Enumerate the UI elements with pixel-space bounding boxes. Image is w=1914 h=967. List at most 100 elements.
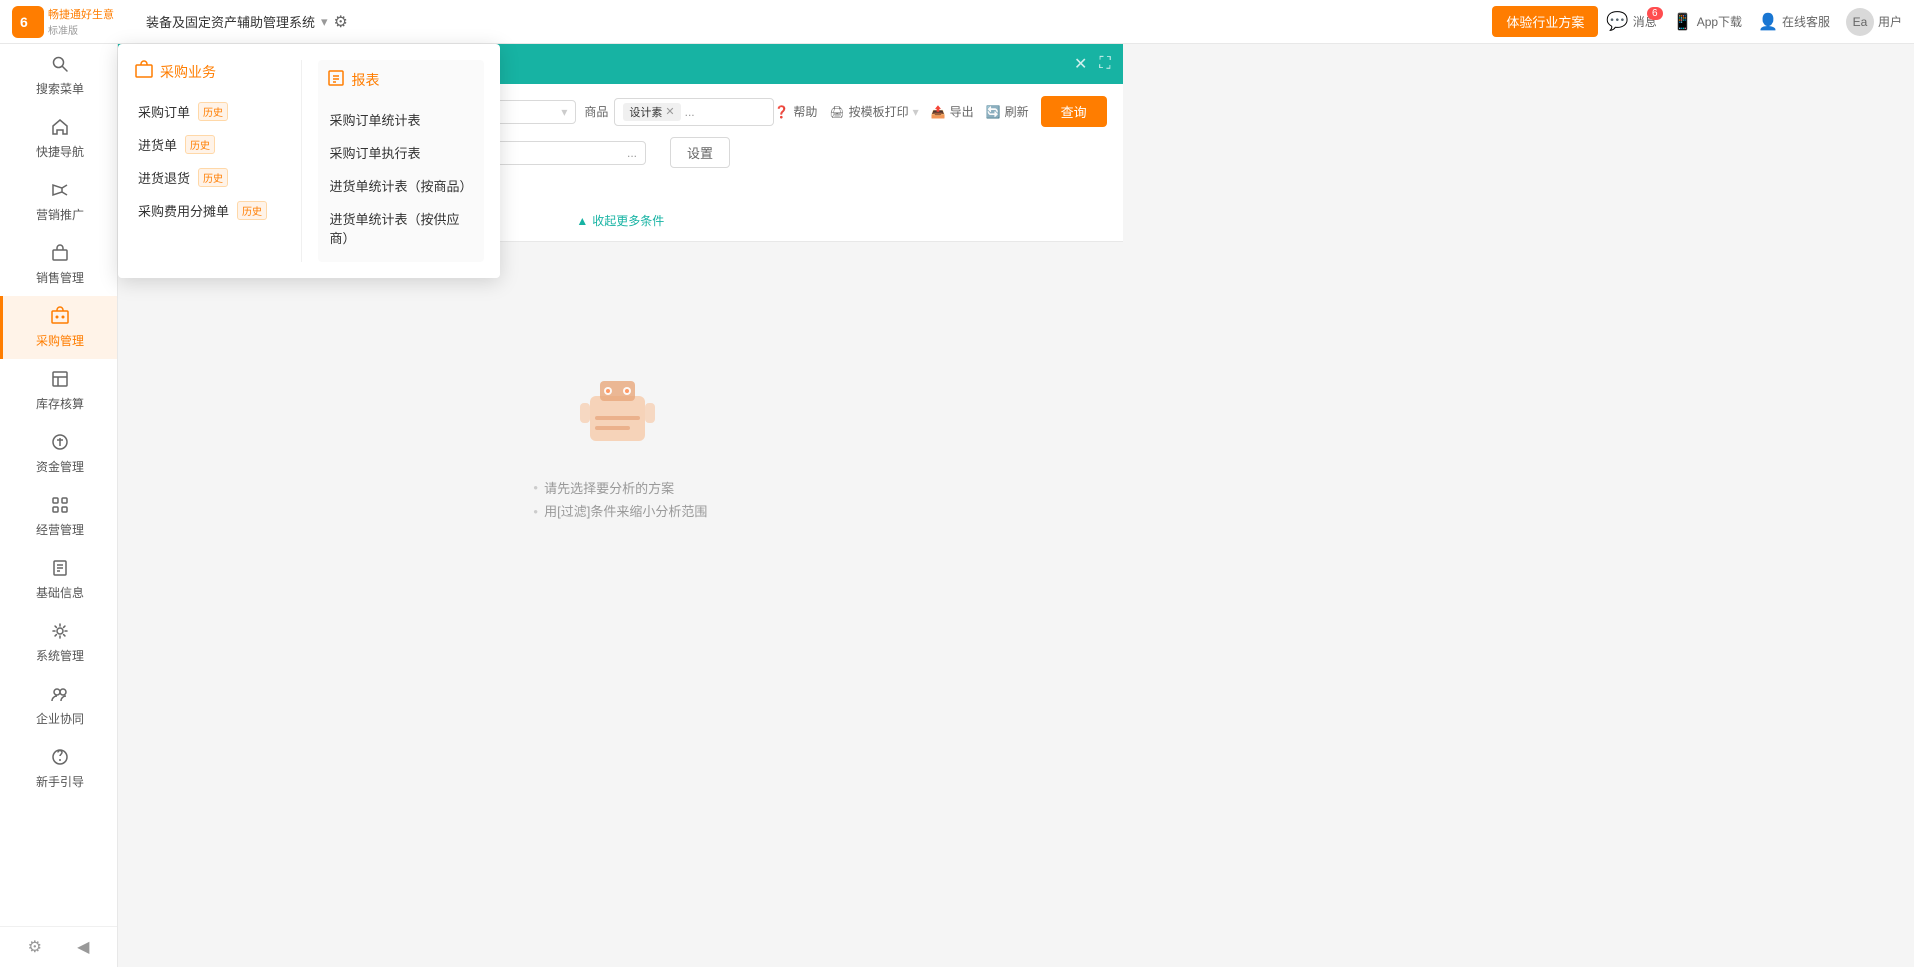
sidebar-operations-label: 经营管理 [36,521,84,538]
collapse-button[interactable]: ▲ 收起更多条件 [576,212,664,229]
tab-maximize-icon[interactable]: ⛶ [1095,51,1114,77]
message-icon: 💬 [1606,11,1628,32]
purchase-icon [50,306,70,329]
tab-close-all-icon[interactable]: ✕ [1070,50,1091,78]
filter-actions: ❓ 帮助 🖨 按模板打印 ▾ 📤 导出 🔄 [774,96,1106,127]
industry-button[interactable]: 体验行业方案 [1492,6,1598,37]
purchase-return-history-badge: 历史 [198,168,228,187]
message-button[interactable]: 💬 消息 6 [1606,11,1656,32]
logo-area: 6 畅捷通好生意 标准版 [12,6,130,38]
sidebar-finance-label: 资金管理 [36,458,84,475]
sidebar-purchase-label: 采购管理 [36,332,84,349]
purchase-order-item[interactable]: 采购订单 历史 [134,95,285,128]
report-receipt-supplier-item[interactable]: 进货单统计表（按供应商） [326,202,477,254]
sidebar-item-basic-info[interactable]: 基础信息 [0,548,117,611]
empty-hint-2: 用[过滤]条件来缩小分析范围 [544,500,707,523]
purchase-order-history-badge: 历史 [198,102,228,121]
title-settings-icon[interactable]: ⚙ [334,12,348,32]
report-section: 报表 采购订单统计表 采购订单执行表 进货单统计表（按商品） 进货单统计表（按供… [318,60,485,262]
report-section-icon [326,68,346,91]
purchase-receipt-history-badge: 历史 [185,135,215,154]
refresh-icon: 🔄 [986,105,1001,119]
purchase-section-icon [134,60,154,83]
purchase-return-item[interactable]: 进货退货 历史 [134,161,285,194]
dropdown-divider [301,60,302,262]
sidebar-item-enterprise[interactable]: 企业协同 [0,674,117,737]
sidebar-sales-label: 销售管理 [36,269,84,286]
sidebar-item-marketing[interactable]: 营销推广 [0,170,117,233]
doc-status-dropdown-icon: ▾ [561,105,567,119]
system-icon [50,621,70,644]
title-dropdown-icon[interactable]: ▾ [321,14,328,30]
header-right: 💬 消息 6 📱 App下载 👤 在线客服 Ea 用户 [1606,8,1902,36]
logo-text: 畅捷通好生意 [48,6,114,22]
collapse-icon: ▲ [576,214,588,228]
service-icon: 👤 [1758,12,1778,32]
print-button[interactable]: 🖨 按模板打印 ▾ [829,103,918,120]
sidebar-item-operations[interactable]: 经营管理 [0,485,117,548]
user-menu-button[interactable]: Ea 用户 [1846,8,1902,36]
goods-input[interactable]: 设计素 ✕ ... [614,98,774,126]
sidebar-item-inventory[interactable]: 库存核算 [0,359,117,422]
app-download-label: App下载 [1697,13,1742,30]
goods-label: 商品 [584,103,608,120]
online-service-button[interactable]: 👤 在线客服 [1758,12,1830,32]
collapse-sidebar-icon[interactable]: ◀ [77,937,89,957]
sidebar-system-label: 系统管理 [36,647,84,664]
sidebar-quick-nav-label: 快捷导航 [36,143,84,160]
purchase-expense-item[interactable]: 采购费用分摊单 历史 [134,194,285,227]
sidebar-bottom: ⚙ ◀ [0,926,117,967]
report-order-exec-item[interactable]: 采购订单执行表 [326,136,477,169]
basic-info-icon [50,558,70,581]
salesman-more[interactable]: ... [627,146,637,160]
logo-icon: 6 [12,6,44,38]
phone-icon: 📱 [1673,12,1693,32]
sidebar-search-label: 搜索菜单 [36,80,84,97]
empty-hints: 请先选择要分析的方案 用[过滤]条件来缩小分析范围 [533,477,707,524]
inventory-icon [50,369,70,392]
app-download-button[interactable]: 📱 App下载 [1673,12,1742,32]
sidebar-guide-label: 新手引导 [36,773,84,790]
export-button[interactable]: 📤 导出 [931,103,974,120]
tab-bar-right: ✕ ⛶ [1070,50,1123,78]
query-button[interactable]: 查询 [1041,96,1107,127]
export-icon: 📤 [931,105,946,119]
sidebar-inventory-label: 库存核算 [36,395,84,412]
report-order-stats-item[interactable]: 采购订单统计表 [326,103,477,136]
purchase-section: 采购业务 采购订单 历史 进货单 历史 进货退货 历史 采购费用分摊单 历史 [134,60,285,262]
goods-tag: 设计素 ✕ [623,103,680,121]
sales-icon [50,243,70,266]
user-label: 用户 [1878,13,1902,30]
operations-icon [50,495,70,518]
settings-icon[interactable]: ⚙ [28,937,42,957]
sidebar-item-quick-nav[interactable]: 快捷导航 [0,107,117,170]
marketing-icon [50,180,70,203]
sidebar-basic-info-label: 基础信息 [36,584,84,601]
sidebar-item-purchase[interactable]: 采购管理 [0,296,117,359]
system-title-text: 装备及固定资产辅助管理系统 [146,12,315,31]
message-badge: 6 [1647,7,1663,20]
print-dropdown-icon: ▾ [913,105,919,119]
sidebar: 搜索菜单 快捷导航 营销推广 销售管理 采购管理 [0,44,118,967]
empty-illustration [570,361,670,461]
goods-tag-close[interactable]: ✕ [665,105,674,118]
purchase-section-title: 采购业务 [134,60,285,83]
sidebar-item-finance[interactable]: 资金管理 [0,422,117,485]
goods-more[interactable]: ... [685,105,695,119]
purchase-receipt-item[interactable]: 进货单 历史 [134,128,285,161]
home-icon [50,117,70,140]
print-icon: 🖨 [829,105,844,119]
sidebar-item-guide[interactable]: 新手引导 [0,737,117,800]
refresh-button[interactable]: 🔄 刷新 [986,103,1029,120]
guide-icon [50,747,70,770]
purchase-expense-history-badge: 历史 [237,201,267,220]
sidebar-item-search[interactable]: 搜索菜单 [0,44,117,107]
enterprise-icon [50,684,70,707]
help-button[interactable]: ❓ 帮助 [774,103,817,120]
report-receipt-goods-item[interactable]: 进货单统计表（按商品） [326,169,477,202]
finance-icon [50,432,70,455]
svg-text:6: 6 [20,14,28,30]
setting-button[interactable]: 设置 [670,137,730,168]
sidebar-item-system[interactable]: 系统管理 [0,611,117,674]
sidebar-item-sales[interactable]: 销售管理 [0,233,117,296]
